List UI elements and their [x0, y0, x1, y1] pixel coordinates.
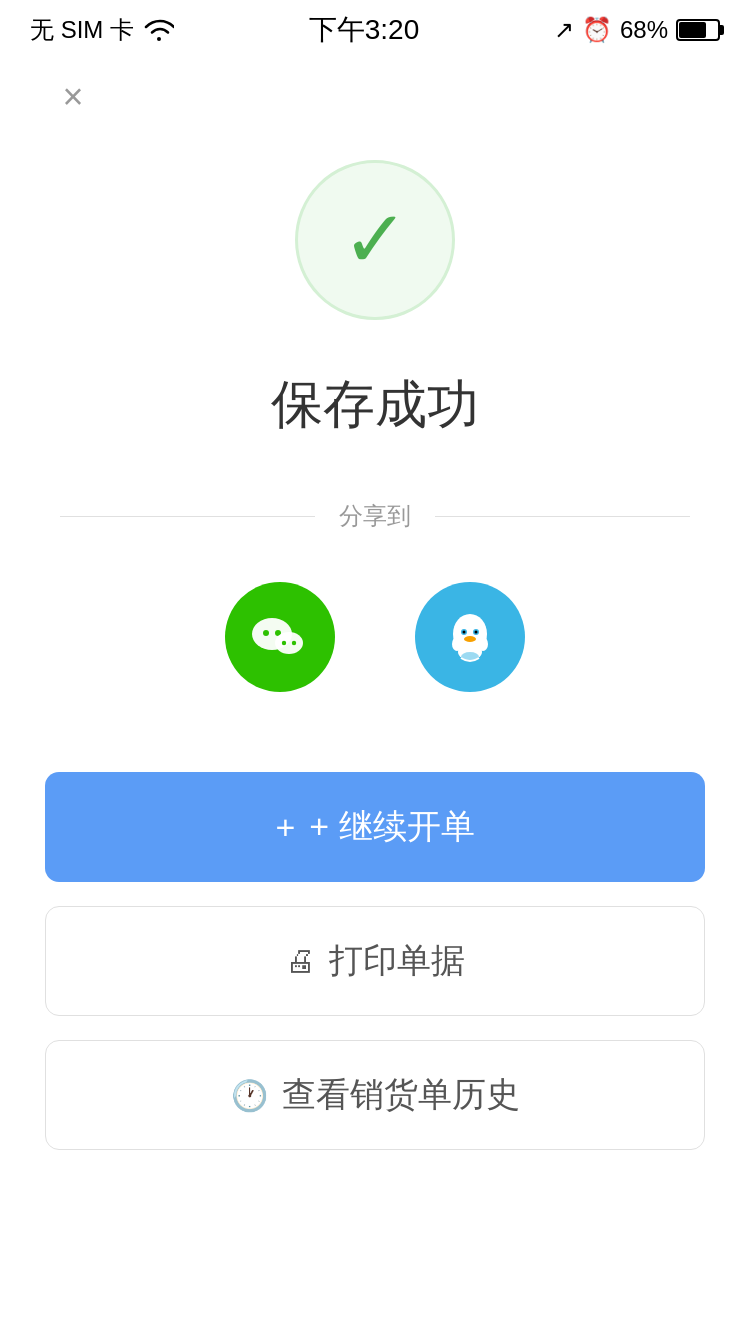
svg-point-3	[275, 632, 303, 654]
wifi-icon	[144, 19, 174, 41]
status-time: 下午3:20	[309, 11, 420, 49]
clock-icon: 🕐	[231, 1078, 268, 1113]
print-button[interactable]: 🖨 打印单据	[45, 906, 705, 1016]
plus-icon: +	[275, 808, 295, 847]
svg-point-10	[475, 631, 478, 634]
share-label: 分享到	[315, 500, 435, 532]
print-label: 打印单据	[329, 938, 465, 984]
continue-order-label: + 继续开单	[309, 804, 474, 850]
printer-icon: 🖨	[285, 944, 315, 978]
success-title: 保存成功	[271, 370, 479, 440]
success-circle: ✓	[295, 160, 455, 320]
history-button[interactable]: 🕐 查看销货单历史	[45, 1040, 705, 1150]
close-button[interactable]: ×	[48, 72, 98, 122]
qq-share-button[interactable]	[415, 582, 525, 692]
status-right: ↗ ⏰ 68%	[554, 16, 720, 44]
wechat-icon	[245, 602, 315, 672]
continue-order-button[interactable]: + + 继续开单	[45, 772, 705, 882]
location-icon: ↗	[554, 16, 574, 44]
status-bar: 无 SIM 卡 下午3:20 ↗ ⏰ 68%	[0, 0, 750, 60]
share-divider: 分享到	[0, 500, 750, 532]
action-buttons: + + 继续开单 🖨 打印单据 🕐 查看销货单历史	[45, 772, 705, 1150]
close-icon: ×	[62, 79, 83, 115]
no-sim-label: 无 SIM 卡	[30, 14, 134, 46]
status-left: 无 SIM 卡	[30, 14, 174, 46]
history-label: 查看销货单历史	[282, 1072, 520, 1118]
svg-point-9	[463, 631, 466, 634]
battery-percent: 68%	[620, 16, 668, 44]
qq-icon	[435, 602, 505, 672]
wechat-share-button[interactable]	[225, 582, 335, 692]
svg-point-1	[263, 630, 269, 636]
share-icons	[225, 582, 525, 692]
svg-point-11	[464, 636, 476, 642]
alarm-icon: ⏰	[582, 16, 612, 44]
divider-line-left	[60, 516, 315, 517]
checkmark-icon: ✓	[342, 200, 409, 280]
battery-icon	[676, 19, 720, 41]
divider-line-right	[435, 516, 690, 517]
svg-point-4	[282, 641, 286, 645]
main-content: ✓ 保存成功 分享到	[0, 60, 750, 1150]
svg-point-5	[292, 641, 296, 645]
